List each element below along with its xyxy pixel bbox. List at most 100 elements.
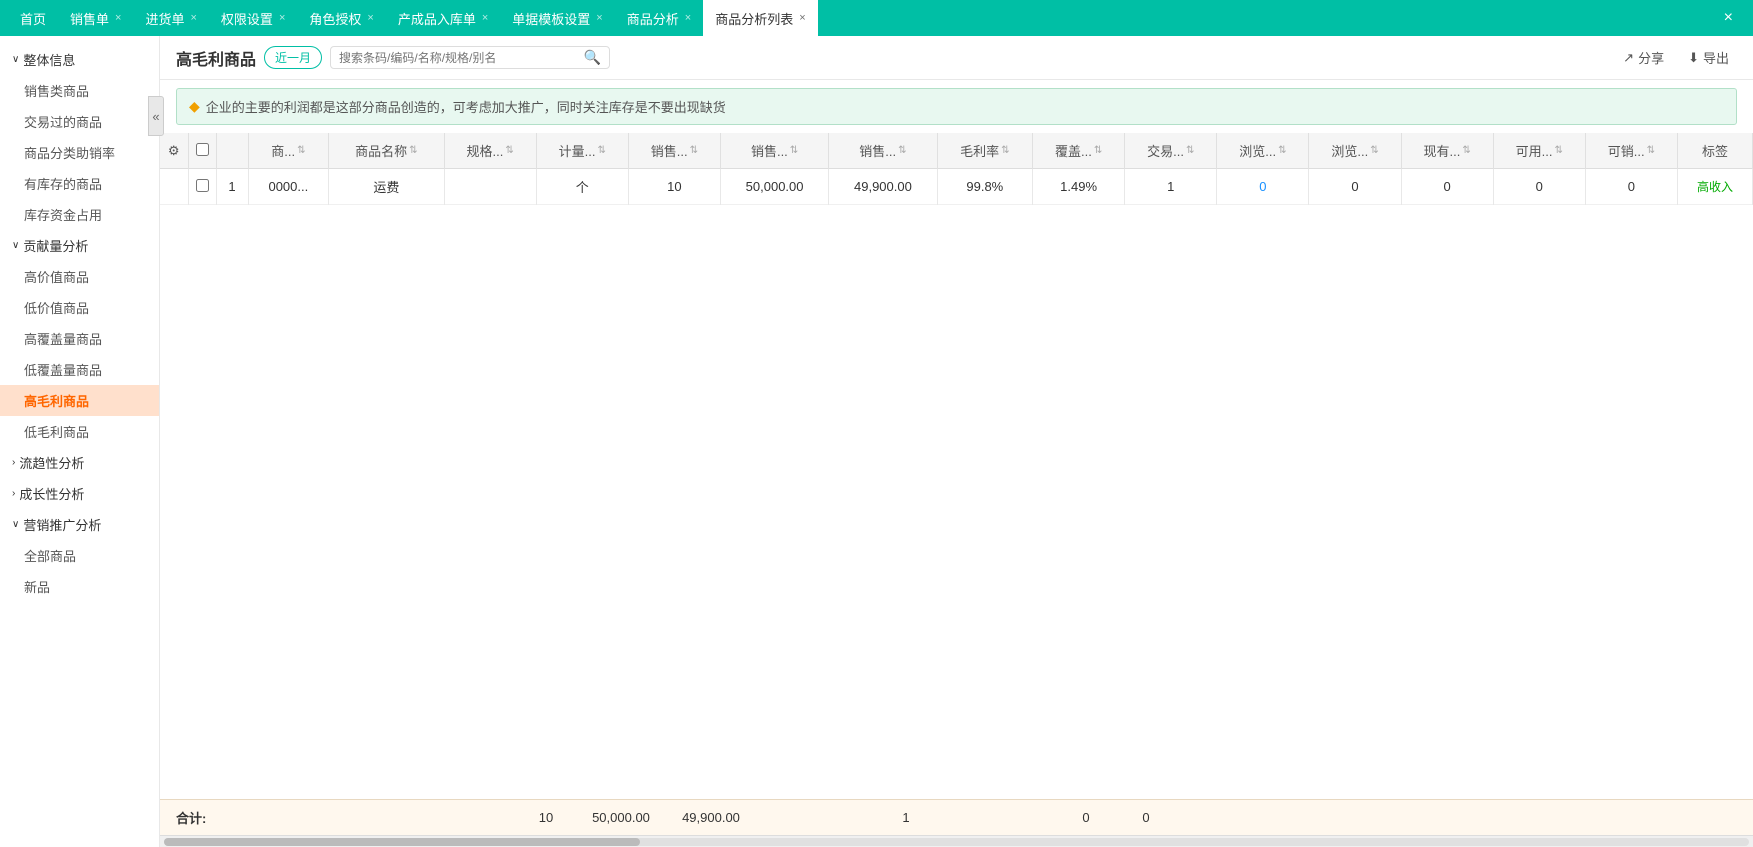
share-icon: ↗ bbox=[1623, 50, 1634, 66]
sort-icon-sale_amount[interactable]: ⇅ bbox=[790, 145, 798, 156]
sort-icon-coverage[interactable]: ⇅ bbox=[1094, 145, 1102, 156]
col-label-stock_now: 现有... bbox=[1423, 141, 1460, 160]
nav-close-icon-2[interactable]: × bbox=[190, 12, 196, 24]
search-icon[interactable]: 🔍 bbox=[584, 49, 601, 66]
scrollbar-thumb[interactable] bbox=[164, 838, 640, 846]
nav-item-4[interactable]: 角色授权× bbox=[297, 0, 385, 36]
sidebar-group-arrow-2: › bbox=[12, 457, 15, 468]
browse1-link[interactable]: 0 bbox=[1259, 179, 1266, 194]
sidebar-group-3[interactable]: ›成长性分析 bbox=[0, 478, 159, 509]
sidebar-item-0-0[interactable]: 销售类商品 bbox=[0, 75, 159, 106]
sidebar-group-4[interactable]: ∨营销推广分析 bbox=[0, 509, 159, 540]
sidebar-item-0-3[interactable]: 有库存的商品 bbox=[0, 168, 159, 199]
share-button[interactable]: ↗ 分享 bbox=[1615, 44, 1672, 71]
filter-recent-month-button[interactable]: 近一月 bbox=[264, 46, 322, 69]
nav-close-icon-7[interactable]: × bbox=[685, 12, 691, 24]
sidebar-item-4-1[interactable]: 新品 bbox=[0, 571, 159, 602]
export-icon: ⬇ bbox=[1688, 50, 1699, 66]
col-label-coverage: 覆盖... bbox=[1055, 141, 1092, 160]
sidebar-item-1-1[interactable]: 低价值商品 bbox=[0, 292, 159, 323]
nav-item-2[interactable]: 进货单× bbox=[133, 0, 208, 36]
sidebar-item-1-3[interactable]: 低覆盖量商品 bbox=[0, 354, 159, 385]
footer-cell-sale_profit: 49,900.00 bbox=[666, 810, 756, 825]
horizontal-scrollbar[interactable] bbox=[160, 835, 1753, 847]
export-button[interactable]: ⬇ 导出 bbox=[1680, 44, 1737, 71]
col-header-coverage[interactable]: 覆盖...⇅ bbox=[1033, 133, 1125, 169]
sidebar-item-1-2[interactable]: 高覆盖量商品 bbox=[0, 323, 159, 354]
sidebar-item-1-5[interactable]: 低毛利商品 bbox=[0, 416, 159, 447]
nav-close-icon-6[interactable]: × bbox=[596, 12, 602, 24]
col-header-browse2[interactable]: 浏览...⇅ bbox=[1309, 133, 1401, 169]
select-all-checkbox[interactable] bbox=[196, 143, 209, 156]
nav-item-5[interactable]: 产成品入库单× bbox=[386, 0, 500, 36]
sort-icon-code[interactable]: ⇅ bbox=[297, 145, 305, 156]
info-icon: ◆ bbox=[189, 98, 200, 115]
cell-sale_profit: 49,900.00 bbox=[829, 169, 937, 205]
content-area: 高毛利商品 近一月 🔍 ↗ 分享 ⬇ 导出 bbox=[160, 36, 1753, 847]
sort-icon-sale_qty[interactable]: ⇅ bbox=[690, 145, 698, 156]
nav-item-7[interactable]: 商品分析× bbox=[615, 0, 703, 36]
sidebar-item-4-0[interactable]: 全部商品 bbox=[0, 540, 159, 571]
col-header-sale_profit[interactable]: 销售...⇅ bbox=[829, 133, 937, 169]
nav-close-icon-1[interactable]: × bbox=[115, 12, 121, 24]
sort-icon-browse2[interactable]: ⇅ bbox=[1370, 145, 1378, 156]
sort-icon-stock_now[interactable]: ⇅ bbox=[1462, 145, 1470, 156]
table-row: 10000...运费个1050,000.0049,900.0099.8%1.49… bbox=[160, 169, 1753, 205]
row-checkbox-0[interactable] bbox=[196, 179, 209, 192]
settings-icon[interactable]: ⚙ bbox=[168, 143, 180, 158]
sort-icon-unit[interactable]: ⇅ bbox=[597, 145, 605, 156]
col-header-stock_usable[interactable]: 可用...⇅ bbox=[1493, 133, 1585, 169]
col-header-sale_amount[interactable]: 销售...⇅ bbox=[720, 133, 828, 169]
sidebar-item-1-4[interactable]: 高毛利商品 bbox=[0, 385, 159, 416]
sort-icon-name[interactable]: ⇅ bbox=[409, 145, 417, 156]
cell-unit: 个 bbox=[536, 169, 628, 205]
col-header-sale_qty[interactable]: 销售...⇅ bbox=[628, 133, 720, 169]
col-header-browse1[interactable]: 浏览...⇅ bbox=[1217, 133, 1309, 169]
nav-close-icon-4[interactable]: × bbox=[367, 12, 373, 24]
sort-icon-spec[interactable]: ⇅ bbox=[505, 145, 513, 156]
sort-icon-gross_rate[interactable]: ⇅ bbox=[1001, 145, 1009, 156]
col-header-stock_now[interactable]: 现有...⇅ bbox=[1401, 133, 1493, 169]
nav-item-1[interactable]: 销售单× bbox=[58, 0, 133, 36]
scrollbar-track bbox=[164, 838, 1749, 846]
col-header-unit[interactable]: 计量...⇅ bbox=[536, 133, 628, 169]
sidebar-item-0-2[interactable]: 商品分类助销率 bbox=[0, 137, 159, 168]
footer-label: 合计: bbox=[176, 808, 236, 827]
sidebar-group-1[interactable]: ∨贡献量分析 bbox=[0, 230, 159, 261]
col-header-settings: ⚙ bbox=[160, 133, 188, 169]
sidebar-group-arrow-3: › bbox=[12, 488, 15, 499]
sidebar-item-1-0[interactable]: 高价值商品 bbox=[0, 261, 159, 292]
sort-icon-sale_profit[interactable]: ⇅ bbox=[898, 145, 906, 156]
sort-icon-browse1[interactable]: ⇅ bbox=[1278, 145, 1286, 156]
col-header-stock_salable[interactable]: 可销...⇅ bbox=[1585, 133, 1677, 169]
sort-icon-stock_salable[interactable]: ⇅ bbox=[1647, 145, 1655, 156]
footer-cell-spacer3 bbox=[816, 810, 876, 825]
window-close-button[interactable]: × bbox=[1712, 9, 1745, 27]
col-header-gross_rate[interactable]: 毛利率⇅ bbox=[937, 133, 1032, 169]
nav-item-8[interactable]: 商品分析列表× bbox=[703, 0, 817, 36]
sort-icon-transaction[interactable]: ⇅ bbox=[1186, 145, 1194, 156]
cell-stock_usable: 0 bbox=[1493, 169, 1585, 205]
search-input[interactable] bbox=[339, 51, 584, 65]
header-actions: ↗ 分享 ⬇ 导出 bbox=[1615, 44, 1737, 71]
col-header-name[interactable]: 商品名称⇅ bbox=[329, 133, 444, 169]
col-header-spec[interactable]: 规格...⇅ bbox=[444, 133, 536, 169]
sidebar-group-2[interactable]: ›流趋性分析 bbox=[0, 447, 159, 478]
sidebar-collapse-button[interactable]: « bbox=[148, 96, 164, 136]
nav-item-0[interactable]: 首页 bbox=[8, 0, 58, 36]
sidebar-item-0-4[interactable]: 库存资金占用 bbox=[0, 199, 159, 230]
cell-sale_amount: 50,000.00 bbox=[720, 169, 828, 205]
footer-cell-transaction: 1 bbox=[876, 810, 936, 825]
nav-item-3[interactable]: 权限设置× bbox=[209, 0, 297, 36]
footer-cell-stock_now: 0 bbox=[1056, 810, 1116, 825]
nav-close-icon-3[interactable]: × bbox=[279, 12, 285, 24]
col-header-transaction[interactable]: 交易...⇅ bbox=[1125, 133, 1217, 169]
sort-icon-stock_usable[interactable]: ⇅ bbox=[1554, 145, 1562, 156]
sidebar-group-0[interactable]: ∨整体信息 bbox=[0, 44, 159, 75]
col-header-code[interactable]: 商...⇅ bbox=[248, 133, 329, 169]
nav-close-icon-5[interactable]: × bbox=[482, 12, 488, 24]
nav-item-6[interactable]: 单据模板设置× bbox=[500, 0, 614, 36]
cell-tag: 高收入 bbox=[1677, 169, 1752, 205]
nav-close-icon-8[interactable]: × bbox=[799, 12, 805, 24]
sidebar-item-0-1[interactable]: 交易过的商品 bbox=[0, 106, 159, 137]
